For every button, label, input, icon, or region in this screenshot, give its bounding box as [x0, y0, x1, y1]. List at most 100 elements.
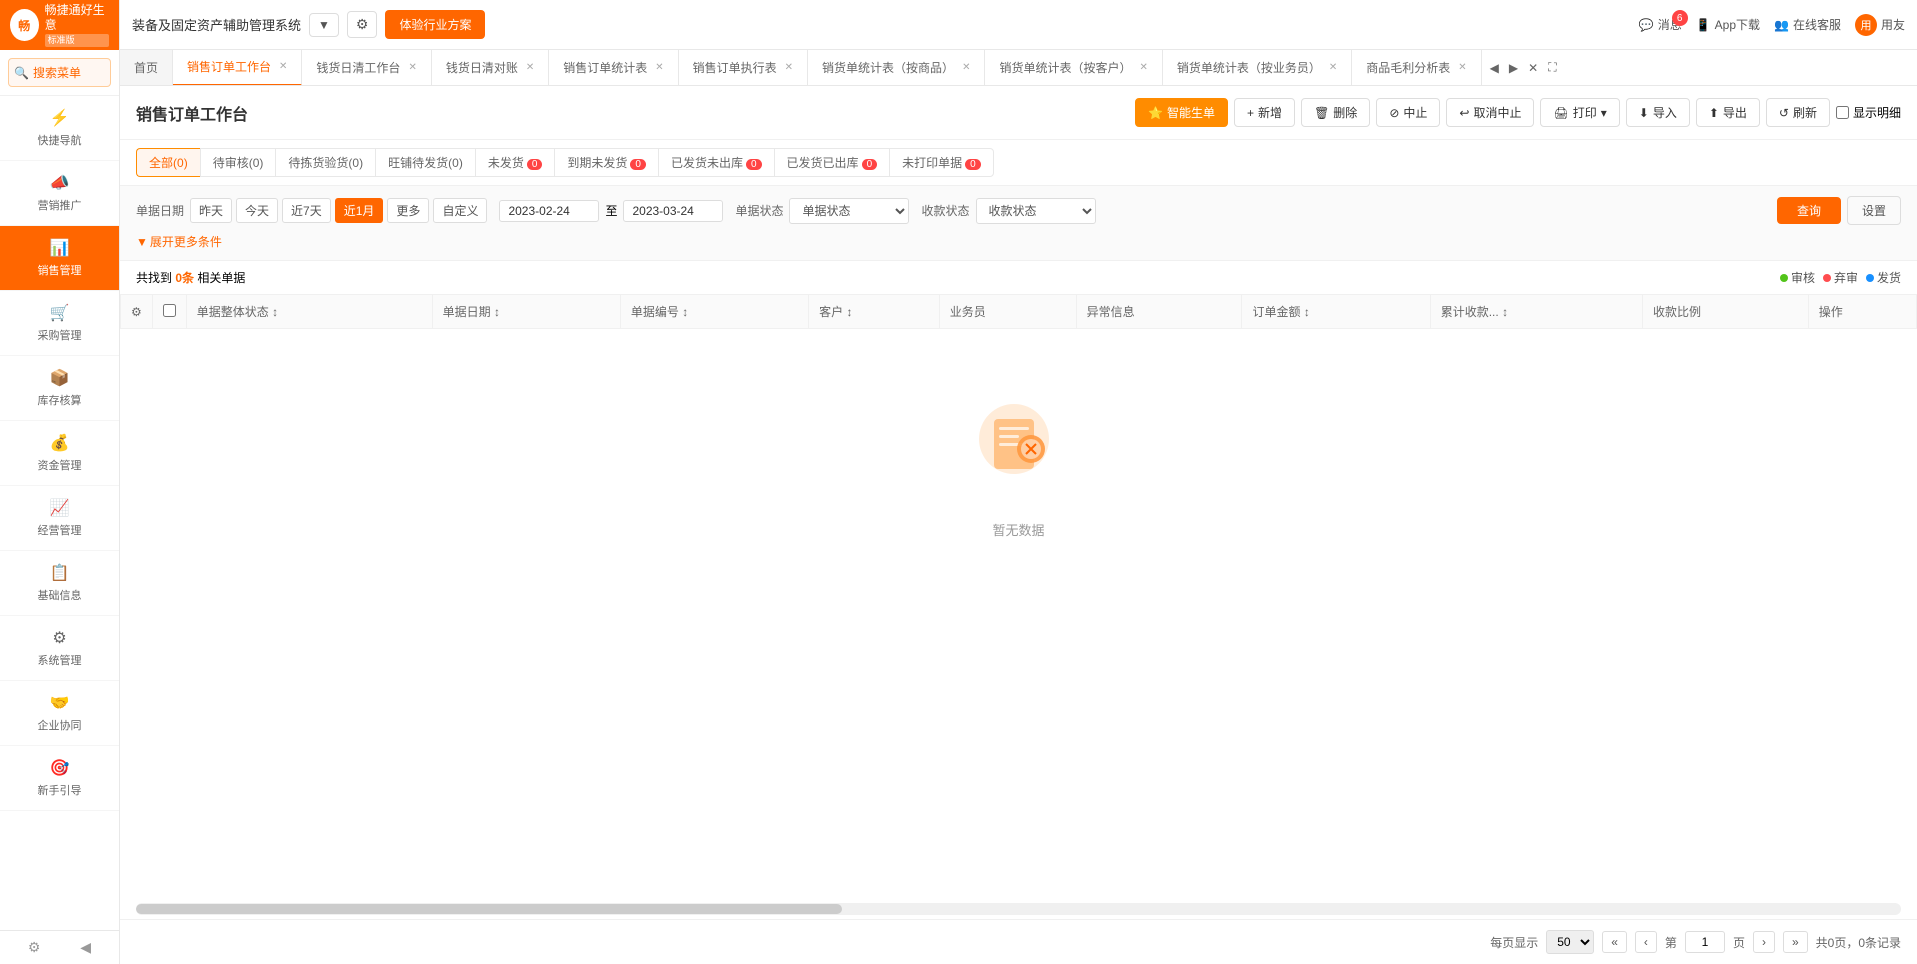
search-menu-button[interactable]: 🔍 搜索菜单 — [8, 58, 111, 87]
tab-cash-account[interactable]: 钱货日清对账 ✕ — [432, 50, 549, 86]
tabs-prev-button[interactable]: ◀ — [1486, 59, 1503, 77]
sidebar-item-sales[interactable]: 📊 销售管理 — [0, 226, 119, 291]
cancel-stop-button[interactable]: ↩ 取消中止 — [1446, 98, 1534, 127]
filter-tab-shipped-out[interactable]: 已发货已出库0 — [774, 148, 890, 177]
refresh-button[interactable]: ↺ 刷新 — [1766, 98, 1830, 127]
tab-close-margin[interactable]: ✕ — [1458, 62, 1466, 73]
tab-cash-clear[interactable]: 钱货日清工作台 ✕ — [302, 50, 431, 86]
horizontal-scrollbar[interactable] — [136, 903, 1901, 915]
smart-gen-button[interactable]: ⭐ 智能生单 — [1135, 98, 1228, 127]
sidebar-item-capital[interactable]: 💰 资金管理 — [0, 421, 119, 486]
filter-tab-wangpu[interactable]: 旺铺待发货(0) — [375, 148, 475, 177]
page-prev-button[interactable]: ‹ — [1635, 931, 1657, 953]
tab-close-cash-clear[interactable]: ✕ — [408, 62, 416, 73]
solution-button[interactable]: 体验行业方案 — [385, 10, 485, 39]
tab-order-exec[interactable]: 销售订单执行表 ✕ — [679, 50, 808, 86]
col-customer[interactable]: 客户 ↕ — [809, 295, 940, 329]
tabs-close-all-button[interactable]: ✕ — [1524, 59, 1542, 77]
filter-tab-all[interactable]: 全部(0) — [136, 148, 200, 177]
search-area: 单据日期 昨天 今天 近7天 近1月 更多 自定义 至 — [120, 186, 1917, 261]
page-first-button[interactable]: « — [1602, 931, 1627, 953]
show-detail-label[interactable]: 显示明细 — [1836, 104, 1901, 121]
export-button[interactable]: ⬆ 导出 — [1696, 98, 1760, 127]
col-amount[interactable]: 订单金额 ↕ — [1242, 295, 1430, 329]
delete-button[interactable]: 🗑 删除 — [1301, 98, 1370, 127]
stop-button[interactable]: ⊘ 中止 — [1376, 98, 1440, 127]
app-dropdown-button[interactable]: ▼ — [309, 13, 339, 37]
tab-close-stat-staff[interactable]: ✕ — [1329, 62, 1337, 73]
ship-action-button[interactable]: 发货 — [1866, 269, 1901, 286]
filter-tab-not-printed[interactable]: 未打印单据0 — [889, 148, 994, 177]
sidebar-item-basic[interactable]: 📋 基础信息 — [0, 551, 119, 616]
tab-sales-stat-product[interactable]: 销货单统计表（按商品） ✕ — [808, 50, 985, 86]
tabs-expand-button[interactable]: ⛶ — [1544, 58, 1560, 77]
date-yesterday[interactable]: 昨天 — [190, 198, 232, 223]
user-button[interactable]: 用 用友 — [1855, 14, 1905, 36]
tab-close-sales-order[interactable]: ✕ — [279, 61, 287, 72]
tab-close-sales-stat[interactable]: ✕ — [655, 62, 663, 73]
filter-tab-pending-review[interactable]: 待审核(0) — [200, 148, 276, 177]
tab-home[interactable]: 首页 — [120, 50, 173, 86]
date-custom[interactable]: 自定义 — [433, 198, 487, 223]
sidebar-item-inventory[interactable]: 📦 库存核算 — [0, 356, 119, 421]
sidebar-item-quick-nav[interactable]: ⚡ 快捷导航 — [0, 96, 119, 161]
sidebar-settings-button[interactable]: ⚙ — [28, 939, 41, 956]
date-from-input[interactable] — [499, 200, 599, 222]
select-all-checkbox[interactable] — [163, 304, 176, 317]
col-date[interactable]: 单据日期 ↕ — [432, 295, 620, 329]
col-settings[interactable]: ⚙ — [121, 295, 153, 329]
page-number-input[interactable] — [1685, 931, 1725, 953]
page-header: 销售订单工作台 ⭐ 智能生单 + 新增 🗑 删除 ⊘ — [120, 86, 1917, 140]
expand-conditions-button[interactable]: ▼ 展开更多条件 — [136, 233, 222, 250]
message-button[interactable]: 💬 消息 6 — [1639, 16, 1682, 33]
tab-sales-order[interactable]: 销售订单工作台 ✕ — [173, 50, 302, 86]
tab-sales-stat-staff[interactable]: 销货单统计表（按业务员） ✕ — [1163, 50, 1352, 86]
status-select[interactable]: 单据状态 — [789, 198, 909, 224]
date-to-input[interactable] — [623, 200, 723, 222]
date-today[interactable]: 今天 — [236, 198, 278, 223]
sidebar-item-marketing[interactable]: 📣 营销推广 — [0, 161, 119, 226]
import-button[interactable]: ⬇ 导入 — [1626, 98, 1690, 127]
date-more[interactable]: 更多 — [387, 198, 429, 223]
tabs-next-button[interactable]: ▶ — [1505, 59, 1522, 77]
page-last-button[interactable]: » — [1783, 931, 1808, 953]
filter-tab-pending-inspect[interactable]: 待拣货验货(0) — [275, 148, 375, 177]
sidebar-collapse-button[interactable]: ◀ — [80, 939, 91, 956]
tab-close-order-exec[interactable]: ✕ — [785, 62, 793, 73]
tab-margin-analysis[interactable]: 商品毛利分析表 ✕ — [1352, 50, 1481, 86]
query-button[interactable]: 查询 — [1777, 197, 1841, 224]
filter-tab-shipped-not-out[interactable]: 已发货未出库0 — [658, 148, 774, 177]
app-download-button[interactable]: 📱 App下载 — [1696, 16, 1760, 33]
sidebar-item-system[interactable]: ⚙ 系统管理 — [0, 616, 119, 681]
tab-sales-stat-customer[interactable]: 销货单统计表（按客户） ✕ — [985, 50, 1162, 86]
print-button[interactable]: 🖨 打印 ▾ — [1540, 98, 1619, 127]
topbar-settings-button[interactable]: ⚙ — [347, 11, 378, 38]
sidebar-item-operation[interactable]: 📈 经营管理 — [0, 486, 119, 551]
tab-sales-stat[interactable]: 销售订单统计表 ✕ — [549, 50, 678, 86]
filter-tab-not-shipped[interactable]: 未发货0 — [475, 148, 555, 177]
per-page-select[interactable]: 50 — [1546, 930, 1594, 954]
online-support-button[interactable]: 👥 在线客服 — [1774, 16, 1841, 33]
date-1month[interactable]: 近1月 — [335, 198, 384, 223]
unreviewed-action-button[interactable]: 弃审 — [1823, 269, 1858, 286]
col-collected[interactable]: 累计收款... ↕ — [1430, 295, 1642, 329]
col-exception[interactable]: 异常信息 — [1076, 295, 1242, 329]
date-7days[interactable]: 近7天 — [282, 198, 331, 223]
tab-close-cash-account[interactable]: ✕ — [526, 62, 534, 73]
filter-tab-overdue[interactable]: 到期未发货0 — [554, 148, 658, 177]
sidebar-item-purchase[interactable]: 🛒 采购管理 — [0, 291, 119, 356]
col-status[interactable]: 单据整体状态 ↕ — [186, 295, 432, 329]
review-action-button[interactable]: 审核 — [1780, 269, 1815, 286]
col-number[interactable]: 单据编号 ↕ — [620, 295, 808, 329]
col-staff[interactable]: 业务员 — [939, 295, 1076, 329]
sidebar-item-enterprise[interactable]: 🤝 企业协同 — [0, 681, 119, 746]
sidebar-item-guide[interactable]: 🎯 新手引导 — [0, 746, 119, 811]
add-button[interactable]: + 新增 — [1234, 98, 1295, 127]
page-next-button[interactable]: › — [1753, 931, 1775, 953]
sales-icon: 📊 — [50, 238, 70, 258]
payment-select[interactable]: 收款状态 — [976, 198, 1096, 224]
tab-close-stat-customer[interactable]: ✕ — [1139, 62, 1147, 73]
filter-setting-button[interactable]: 设置 — [1847, 196, 1901, 225]
tab-close-stat-product[interactable]: ✕ — [962, 62, 970, 73]
show-detail-checkbox[interactable] — [1836, 106, 1849, 119]
